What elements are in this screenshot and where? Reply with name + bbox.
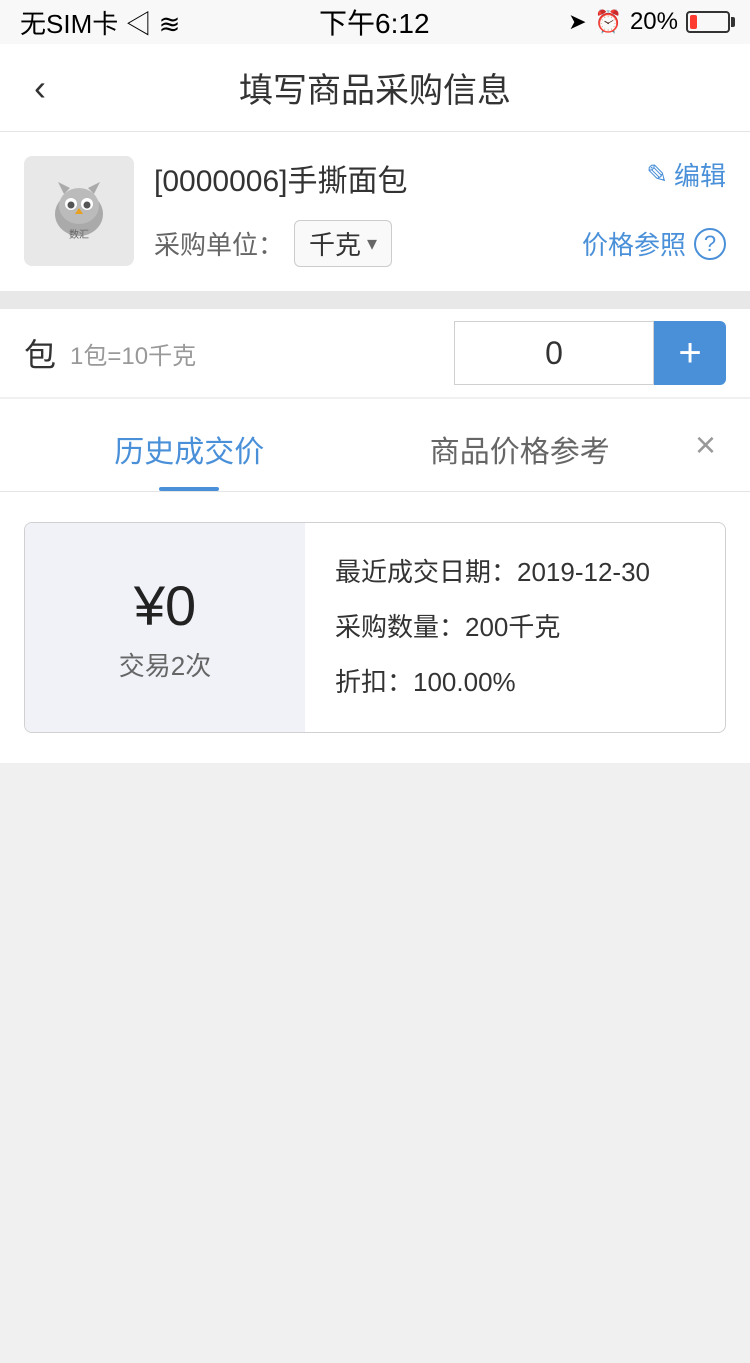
dropdown-icon: ▾ bbox=[367, 231, 377, 256]
product-info: [0000006]手撕面包 ✎ 编辑 采购单位： 千克 ▾ 价格参照 ? bbox=[154, 156, 726, 267]
price-summary: ¥0 交易2次 bbox=[25, 523, 305, 732]
unit-select-dropdown[interactable]: 千克 ▾ bbox=[294, 220, 392, 267]
tabs-close-button[interactable]: × bbox=[685, 414, 726, 476]
quantity-unit-char: 包 bbox=[24, 330, 56, 376]
tab-active-indicator bbox=[159, 487, 219, 491]
discount-value: 100.00% bbox=[413, 667, 516, 697]
price-card: ¥0 交易2次 最近成交日期：2019-12-30 采购数量：200千克 折扣：… bbox=[24, 522, 726, 733]
battery-percent: 20% bbox=[630, 8, 678, 36]
carrier-text: 无SIM卡 ◁ ≋ bbox=[20, 4, 180, 41]
edit-icon: ✎ bbox=[646, 159, 668, 190]
product-header: [0000006]手撕面包 ✎ 编辑 bbox=[154, 156, 726, 200]
battery-icon bbox=[686, 11, 730, 33]
edit-label: 编辑 bbox=[674, 156, 726, 193]
unit-left: 采购单位： 千克 ▾ bbox=[154, 220, 392, 267]
section-divider bbox=[0, 291, 750, 309]
quantity-value: 0 bbox=[545, 335, 563, 372]
help-icon: ? bbox=[694, 228, 726, 260]
recent-date-label: 最近成交日期： bbox=[335, 557, 517, 587]
back-button[interactable]: ‹ bbox=[24, 57, 56, 119]
close-icon: × bbox=[695, 424, 716, 465]
bottom-area bbox=[0, 763, 750, 1363]
plus-icon: + bbox=[678, 331, 701, 376]
recent-date-row: 最近成交日期：2019-12-30 bbox=[335, 553, 695, 592]
nav-bar: ‹ 填写商品采购信息 bbox=[0, 44, 750, 132]
price-ref-label: 价格参照 bbox=[582, 225, 686, 262]
location-icon: ➤ bbox=[568, 9, 586, 35]
purchase-qty-value: 200千克 bbox=[465, 612, 560, 642]
unit-value: 千克 bbox=[309, 225, 361, 262]
product-logo-icon: 数汇 bbox=[44, 176, 114, 246]
back-icon: ‹ bbox=[34, 67, 46, 108]
price-times: 交易2次 bbox=[119, 646, 211, 683]
product-image: 数汇 bbox=[24, 156, 134, 266]
purchase-qty-label: 采购数量： bbox=[335, 612, 465, 642]
svg-text:数汇: 数汇 bbox=[69, 228, 89, 241]
page-title: 填写商品采购信息 bbox=[239, 63, 511, 112]
battery-fill bbox=[690, 15, 697, 29]
purchase-qty-row: 采购数量：200千克 bbox=[335, 608, 695, 647]
unit-row: 采购单位： 千克 ▾ 价格参照 ? bbox=[154, 220, 726, 267]
product-thumbnail: 数汇 bbox=[39, 171, 119, 251]
alarm-icon: ⏰ bbox=[595, 9, 622, 35]
tab-history-price-label: 历史成交价 bbox=[114, 436, 264, 469]
price-ref-button[interactable]: 价格参照 ? bbox=[582, 225, 726, 262]
tab-price-reference-label: 商品价格参考 bbox=[430, 436, 610, 469]
discount-row: 折扣：100.00% bbox=[335, 663, 695, 702]
discount-label: 折扣： bbox=[335, 667, 413, 697]
status-right: ➤ ⏰ 20% bbox=[568, 8, 730, 36]
quantity-controls: 0 + bbox=[454, 321, 726, 385]
unit-label: 采购单位： bbox=[154, 225, 284, 262]
price-details: 最近成交日期：2019-12-30 采购数量：200千克 折扣：100.00% bbox=[305, 523, 725, 732]
recent-date-value: 2019-12-30 bbox=[517, 557, 650, 587]
status-carrier: 无SIM卡 ◁ ≋ bbox=[20, 4, 180, 41]
price-amount: ¥0 bbox=[134, 573, 196, 638]
tabs-header: 历史成交价 商品价格参考 × bbox=[0, 399, 750, 492]
status-time: 下午6:12 bbox=[319, 2, 430, 42]
tab-price-reference[interactable]: 商品价格参考 bbox=[354, 399, 684, 491]
tab-history-price[interactable]: 历史成交价 bbox=[24, 399, 354, 491]
edit-button[interactable]: ✎ 编辑 bbox=[646, 156, 726, 193]
history-price-content: ¥0 交易2次 最近成交日期：2019-12-30 采购数量：200千克 折扣：… bbox=[0, 492, 750, 763]
quantity-input[interactable]: 0 bbox=[454, 321, 654, 385]
status-bar: 无SIM卡 ◁ ≋ 下午6:12 ➤ ⏰ 20% bbox=[0, 0, 750, 44]
quantity-plus-button[interactable]: + bbox=[654, 321, 726, 385]
product-card: 数汇 [0000006]手撕面包 ✎ 编辑 采购单位： 千克 ▾ 价格参照 ? bbox=[0, 132, 750, 291]
quantity-row: 包 1包=10千克 0 + bbox=[0, 309, 750, 397]
tabs-container: 历史成交价 商品价格参考 × ¥0 交易2次 最近成交日期：2019-12-30… bbox=[0, 399, 750, 763]
quantity-unit-ratio: 1包=10千克 bbox=[70, 336, 196, 371]
quantity-label: 包 1包=10千克 bbox=[24, 330, 196, 376]
product-name: [0000006]手撕面包 bbox=[154, 156, 407, 200]
